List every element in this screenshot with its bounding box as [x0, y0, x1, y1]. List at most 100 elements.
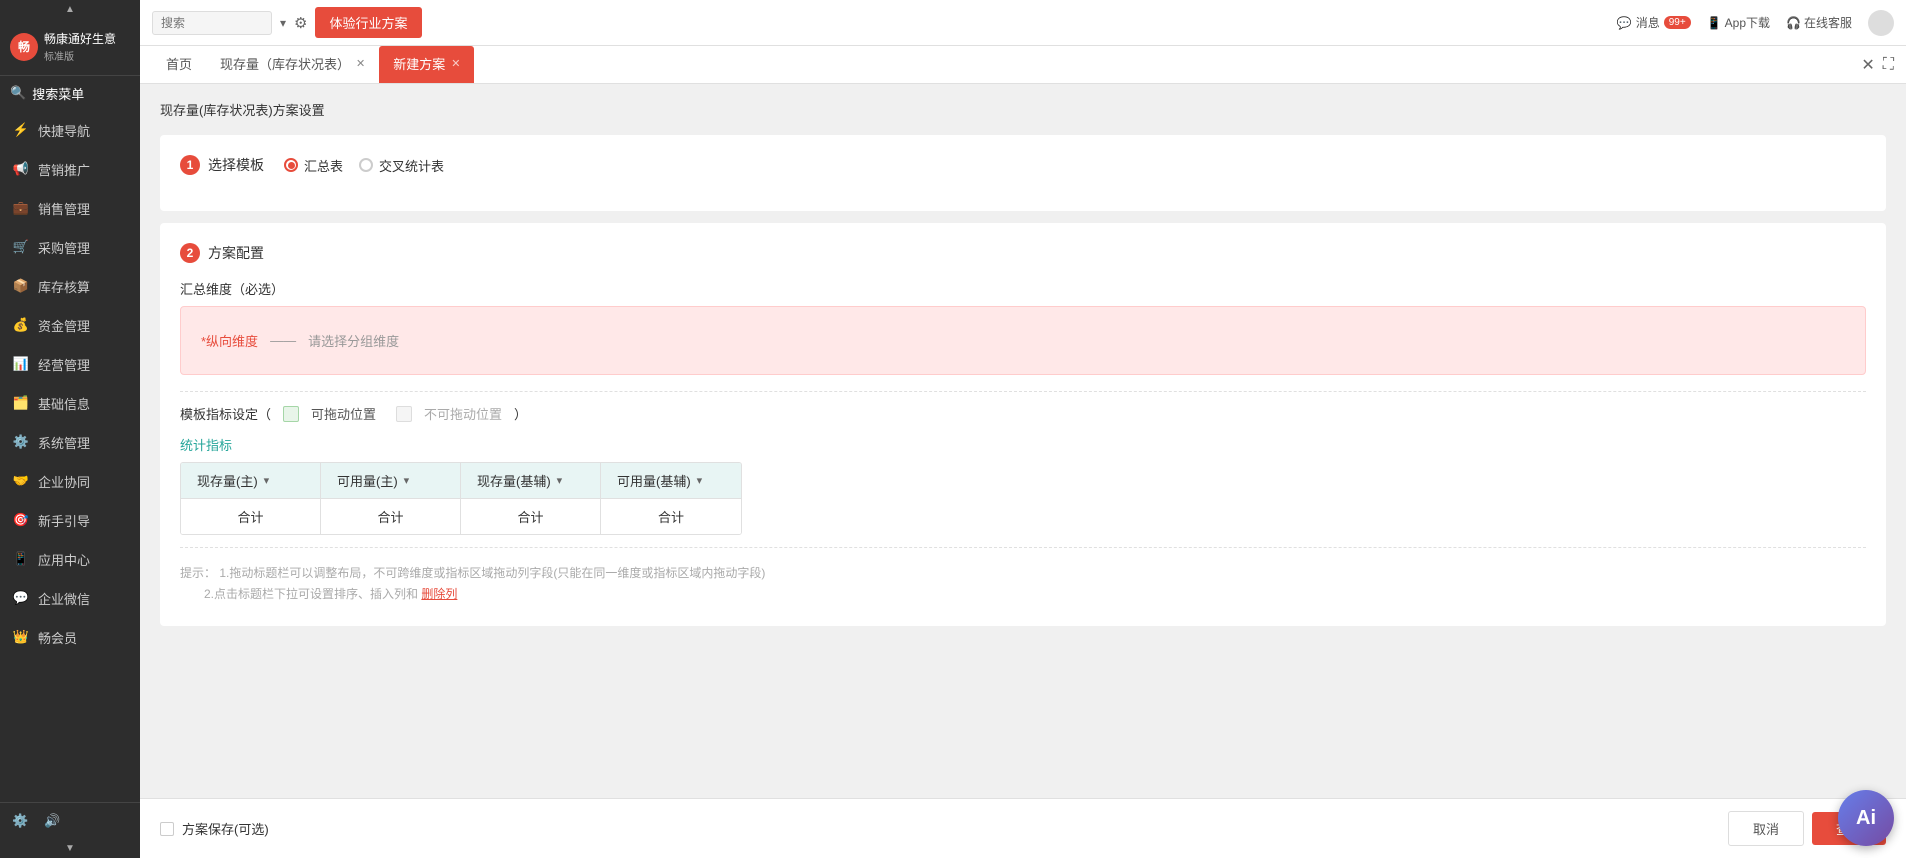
indicator-setting-row: 模板指标设定（ 可拖动位置 不可拖动位置 ）: [180, 404, 1866, 423]
sidebar-item-operations[interactable]: 📊 经营管理: [0, 345, 140, 384]
cancel-btn[interactable]: 取消: [1728, 811, 1804, 846]
close-window-btn[interactable]: ✕: [1861, 55, 1874, 75]
stats-header-1[interactable]: 可用量(主)▾: [321, 463, 461, 498]
radio-cross-label: 交叉统计表: [379, 156, 444, 175]
section1-panel: 1 选择模板 汇总表 交叉统计表: [160, 135, 1886, 211]
section1-header: 1 选择模板 汇总表 交叉统计表: [180, 155, 1866, 175]
header-dropdown-arrow-1[interactable]: ▾: [404, 474, 410, 487]
tab-home[interactable]: 首页: [152, 46, 206, 83]
stats-header-label-0: 现存量(主): [197, 471, 258, 490]
header-dropdown-arrow-3[interactable]: ▾: [697, 474, 703, 487]
sidebar-item-basic[interactable]: 🗂️ 基础信息: [0, 384, 140, 423]
sidebar-label-basic: 基础信息: [38, 394, 90, 413]
trial-btn[interactable]: 体验行业方案: [315, 7, 421, 38]
topbar-search-input[interactable]: [152, 11, 272, 35]
template-radio-group: 汇总表 交叉统计表: [284, 156, 444, 175]
sidebar-item-marketing[interactable]: 📢 营销推广: [0, 150, 140, 189]
sidebar-item-system[interactable]: ⚙️ 系统管理: [0, 423, 140, 462]
speaker-icon[interactable]: 🔊: [44, 813, 60, 829]
topbar-user[interactable]: [1868, 10, 1894, 36]
sidebar-item-enterprise[interactable]: 🤝 企业协同: [0, 462, 140, 501]
app-download-label: App下载: [1725, 14, 1770, 31]
expand-window-btn[interactable]: ⛶: [1883, 56, 1894, 74]
stats-table-header: 现存量(主)▾可用量(主)▾现存量(基辅)▾可用量(基辅)▾: [181, 463, 741, 498]
sidebar-label-operations: 经营管理: [38, 355, 90, 374]
stats-row-cell-2: 合计: [461, 499, 601, 534]
radio-summary[interactable]: 汇总表: [284, 156, 343, 175]
stats-header-0[interactable]: 现存量(主) ▾: [181, 463, 321, 498]
sidebar-scroll-down[interactable]: ▼: [0, 839, 140, 858]
sidebar-label-finance: 资金管理: [38, 316, 90, 335]
sidebar-label-enterprise: 企业协同: [38, 472, 90, 491]
sidebar-item-finance[interactable]: 💰 资金管理: [0, 306, 140, 345]
sidebar-item-purchase[interactable]: 🛒 采购管理: [0, 228, 140, 267]
stats-header-label-2: 现存量(基辅): [477, 471, 551, 490]
section2-header: 2 方案配置: [180, 243, 1866, 263]
stats-section-title: 统计指标: [180, 435, 1866, 454]
stats-header-2[interactable]: 现存量(基辅) ▾: [461, 463, 601, 498]
radio-cross[interactable]: 交叉统计表: [359, 156, 444, 175]
tab-inventory[interactable]: 现存量（库存状况表） ✕: [206, 46, 379, 83]
header-dropdown-arrow-0[interactable]: ▾: [264, 474, 270, 487]
sidebar-nav: ⚡ 快捷导航 📢 营销推广 💼 销售管理 🛒 采购管理 📦 库存核算 💰 资金管…: [0, 111, 140, 802]
tips-section: 提示： 1.拖动标题栏可以调整布局，不可跨维度或指标区域拖动列字段(只能在同一维…: [180, 564, 1866, 602]
user-avatar: [1868, 10, 1894, 36]
sidebar-icon-operations: 📊: [12, 355, 30, 373]
header-dropdown-arrow-2[interactable]: ▾: [557, 474, 563, 487]
vertical-dash: ——: [270, 333, 296, 348]
topbar-online-service[interactable]: 🎧 在线客服: [1786, 14, 1852, 31]
sidebar-label-quick-nav: 快捷导航: [38, 121, 90, 140]
tip2: 2.点击标题栏下拉可设置排序、插入列和 删除列: [180, 585, 1866, 602]
stats-header-label-3: 可用量(基辅): [617, 471, 691, 490]
sidebar-item-sales[interactable]: 💼 销售管理: [0, 189, 140, 228]
app-name: 畅康通好生意: [44, 31, 116, 48]
tab-new-scheme-close[interactable]: ✕: [451, 57, 460, 70]
topbar-messages[interactable]: 💬 消息 99+: [1617, 14, 1691, 31]
not-draggable-indicator-badge: [396, 406, 412, 422]
vertical-label: *纵向维度: [201, 331, 258, 350]
sidebar-icon-member: 👑: [12, 628, 30, 646]
sidebar-bottom: ⚙️ 🔊: [0, 802, 140, 839]
divider2: [180, 547, 1866, 548]
stats-header-3[interactable]: 可用量(基辅) ▾: [601, 463, 741, 498]
sidebar-icon-app-center: 📱: [12, 550, 30, 568]
sidebar-item-member[interactable]: 👑 畅会员: [0, 618, 140, 657]
divider1: [180, 391, 1866, 392]
sidebar-item-wechat[interactable]: 💬 企业微信: [0, 579, 140, 618]
sidebar-item-inventory[interactable]: 📦 库存核算: [0, 267, 140, 306]
sidebar-search[interactable]: 🔍 搜索菜单: [0, 76, 140, 111]
topbar-app-download[interactable]: 📱 App下载: [1707, 14, 1770, 31]
save-scheme-checkbox[interactable]: [160, 822, 174, 836]
section2-num: 2: [180, 243, 200, 263]
vertical-placeholder: 请选择分组维度: [308, 331, 399, 350]
section1-num: 1: [180, 155, 200, 175]
app-logo-icon: 畅: [10, 33, 38, 61]
tips-prefix: 提示：: [180, 566, 216, 580]
settings-icon[interactable]: ⚙️: [12, 813, 28, 829]
topbar-gear-icon[interactable]: ⚙: [294, 14, 307, 32]
sidebar: ▲ 畅 畅康通好生意 标准版 🔍 搜索菜单 ⚡ 快捷导航 📢 营销推广 💼 销售…: [0, 0, 140, 858]
new-scheme-tab-label: 新建方案: [393, 54, 445, 73]
tab-inventory-close[interactable]: ✕: [356, 57, 365, 70]
sidebar-icon-sales: 💼: [12, 199, 30, 217]
sidebar-label-inventory: 库存核算: [38, 277, 90, 296]
content-area: 现存量(库存状况表)方案设置 1 选择模板 汇总表 交叉统计表: [140, 84, 1906, 798]
dimension-box[interactable]: *纵向维度 —— 请选择分组维度: [180, 306, 1866, 375]
sidebar-item-quick-nav[interactable]: ⚡ 快捷导航: [0, 111, 140, 150]
sidebar-label-wechat: 企业微信: [38, 589, 90, 608]
dimension-label: 汇总维度（必选）: [180, 279, 1866, 298]
ai-bubble[interactable]: Ai: [1838, 790, 1894, 846]
topbar-dropdown[interactable]: ▾: [280, 16, 286, 30]
sidebar-item-newbie[interactable]: 🎯 新手引导: [0, 501, 140, 540]
home-tab-label: 首页: [166, 54, 192, 73]
sidebar-label-newbie: 新手引导: [38, 511, 90, 530]
draggable-label: 可拖动位置: [311, 404, 376, 423]
stats-table-row: 合计合计合计合计: [181, 498, 741, 534]
sidebar-icon-finance: 💰: [12, 316, 30, 334]
inventory-tab-label: 现存量（库存状况表）: [220, 54, 350, 73]
sidebar-scroll-up[interactable]: ▲: [0, 0, 140, 19]
sidebar-item-app-center[interactable]: 📱 应用中心: [0, 540, 140, 579]
sidebar-logo: 畅 畅康通好生意 标准版: [0, 19, 140, 76]
sidebar-icon-quick-nav: ⚡: [12, 121, 30, 139]
tab-new-scheme[interactable]: 新建方案 ✕: [379, 46, 474, 83]
